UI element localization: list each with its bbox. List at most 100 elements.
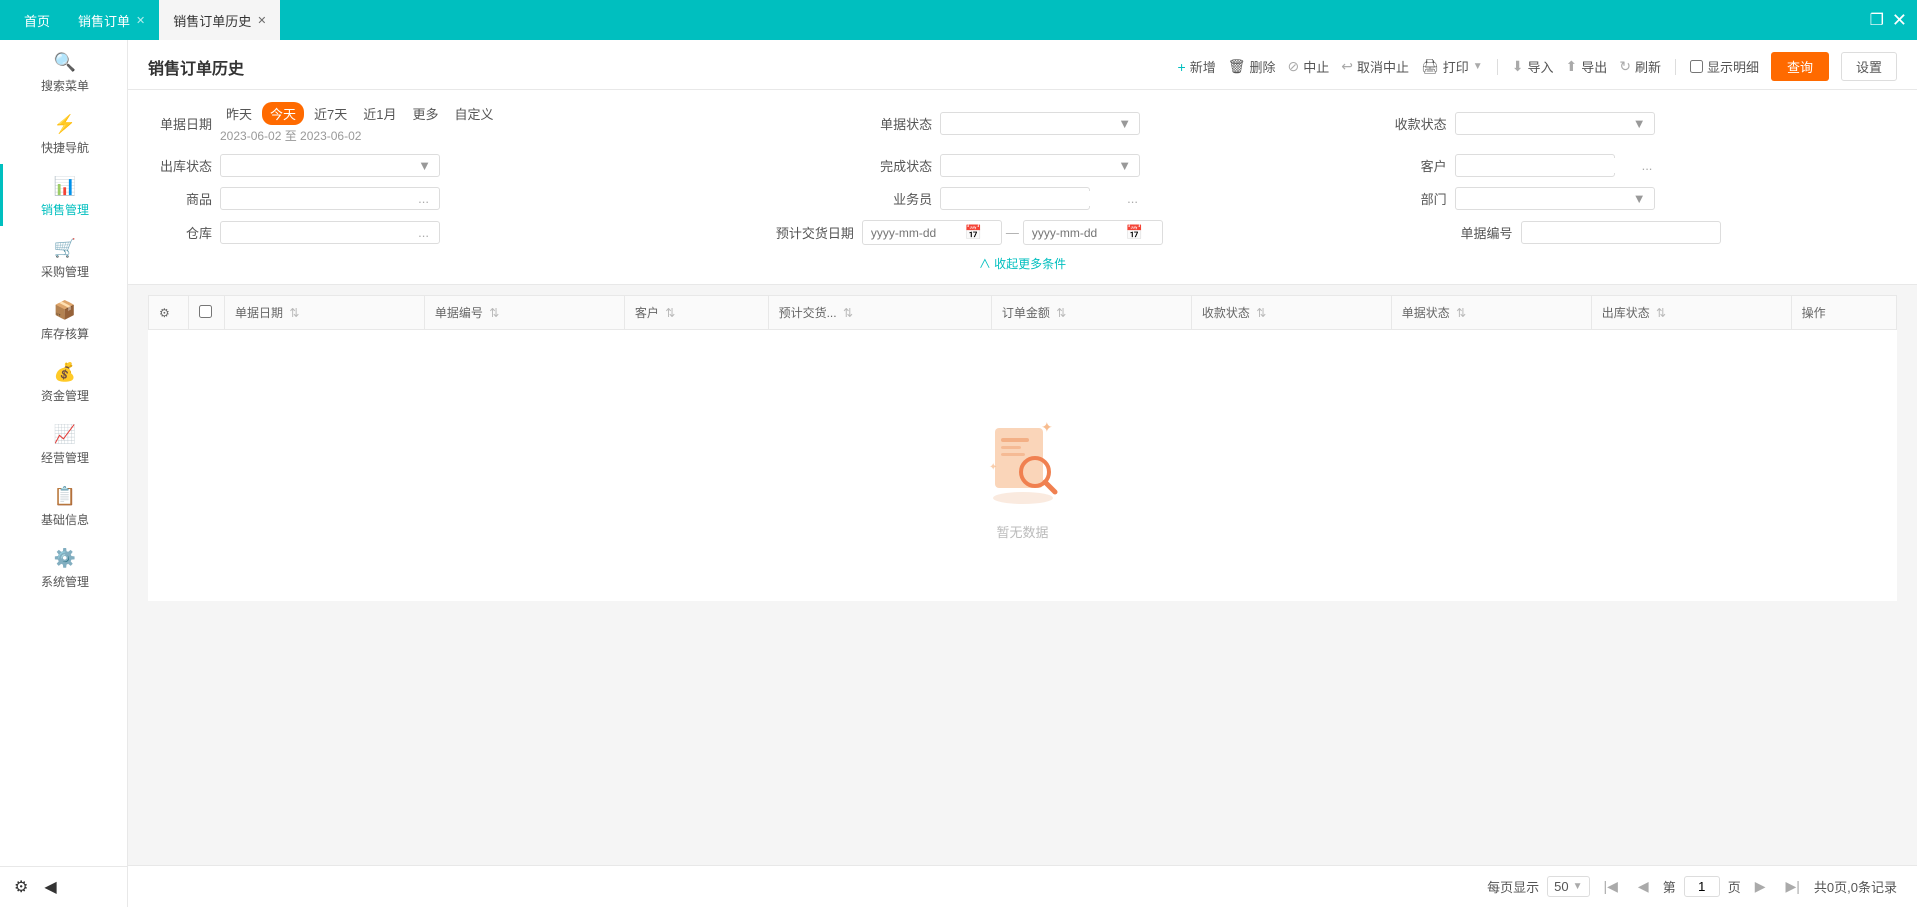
tab-sales-order[interactable]: 销售订单 ✕ bbox=[64, 0, 159, 40]
th-customer-sort-icon[interactable]: ⇅ bbox=[665, 306, 675, 320]
th-payment-status-sort-icon[interactable]: ⇅ bbox=[1256, 306, 1266, 320]
sidebar-item-system-mgmt[interactable]: ⚙️ 系统管理 bbox=[0, 536, 127, 598]
date-last7[interactable]: 近7天 bbox=[308, 102, 353, 125]
warehouse-ellipsis-icon[interactable]: ... bbox=[416, 225, 431, 240]
page-size-value: 50 bbox=[1554, 879, 1568, 894]
order-status-select[interactable]: ▼ bbox=[940, 112, 1140, 135]
salesperson-ellipsis-icon[interactable]: ... bbox=[1125, 191, 1140, 206]
warehouse-input[interactable] bbox=[229, 225, 416, 240]
delivery-date-dash: — bbox=[1006, 225, 1019, 240]
date-last1m[interactable]: 近1月 bbox=[357, 102, 402, 125]
warehouse-input-wrapper: ... bbox=[220, 221, 440, 244]
sidebar-item-quick-nav[interactable]: ⚡ 快捷导航 bbox=[0, 102, 127, 164]
collapse-button[interactable]: ∧ 收起更多条件 bbox=[148, 255, 1897, 272]
empty-cell: ✦ ✦ 暂无数据 bbox=[149, 330, 1897, 602]
refresh-button[interactable]: ↻ 刷新 bbox=[1619, 57, 1661, 76]
stop-button[interactable]: ⊘ 中止 bbox=[1288, 57, 1330, 76]
date-today[interactable]: 今天 bbox=[262, 102, 304, 125]
warehouse-status-select[interactable]: ▼ bbox=[220, 154, 440, 177]
delivery-date-start-cal-icon[interactable]: 📅 bbox=[965, 224, 982, 241]
sidebar-item-operations[interactable]: 📈 经营管理 bbox=[0, 412, 127, 474]
delete-button[interactable]: 🗑 删除 bbox=[1228, 57, 1276, 76]
sidebar-collapse-icon[interactable]: ◀ bbox=[44, 877, 56, 897]
th-payment-status: 收款状态 ⇅ bbox=[1191, 296, 1391, 330]
salesperson-input[interactable] bbox=[949, 191, 1125, 206]
add-button[interactable]: + 新增 bbox=[1178, 57, 1216, 76]
cancel-stop-icon: ↩ bbox=[1341, 58, 1353, 75]
top-bar: 首页 销售订单 ✕ 销售订单历史 ✕ ❐ ✕ bbox=[0, 0, 1917, 40]
query-button[interactable]: 查询 bbox=[1771, 52, 1829, 81]
order-number-input[interactable] bbox=[1530, 225, 1712, 240]
page-size-label: 每页显示 bbox=[1487, 877, 1539, 896]
sidebar-item-inventory-label: 库存核算 bbox=[41, 325, 89, 342]
th-amount-sort-icon[interactable]: ⇅ bbox=[1056, 306, 1066, 320]
delivery-date-end: 📅 bbox=[1023, 220, 1163, 245]
customer-input[interactable] bbox=[1464, 158, 1640, 173]
table-gear-icon[interactable]: ⚙ bbox=[159, 306, 170, 320]
th-warehouse-status-sort-icon[interactable]: ⇅ bbox=[1656, 306, 1666, 320]
th-order-status-sort-icon[interactable]: ⇅ bbox=[1456, 306, 1466, 320]
tab-home[interactable]: 首页 bbox=[10, 0, 64, 40]
show-detail-text: 显示明细 bbox=[1707, 57, 1759, 76]
select-all-checkbox[interactable] bbox=[199, 305, 212, 318]
date-custom[interactable]: 自定义 bbox=[449, 102, 500, 125]
date-range-text: 2023-06-02 至 2023-06-02 bbox=[220, 127, 500, 144]
th-delivery-sort-icon[interactable]: ⇅ bbox=[843, 306, 853, 320]
th-number: 单据编号 ⇅ bbox=[424, 296, 624, 330]
customer-input-wrapper: ... bbox=[1455, 154, 1615, 177]
sidebar-settings-icon[interactable]: ⚙ bbox=[14, 877, 28, 897]
delete-label: 删除 bbox=[1249, 57, 1275, 76]
date-yesterday[interactable]: 昨天 bbox=[220, 102, 258, 125]
inventory-icon: 📦 bbox=[54, 300, 76, 321]
delivery-date-start-input[interactable] bbox=[871, 226, 961, 240]
tab-sales-order-history[interactable]: 销售订单历史 ✕ bbox=[159, 0, 280, 40]
print-button[interactable]: 🖨 打印 ▼ bbox=[1421, 57, 1483, 76]
next-page-button[interactable]: ▶ bbox=[1749, 876, 1772, 897]
sidebar-item-basic-info[interactable]: 📋 基础信息 bbox=[0, 474, 127, 536]
th-warehouse-status: 出库状态 ⇅ bbox=[1591, 296, 1791, 330]
window-close-button[interactable]: ✕ bbox=[1892, 10, 1907, 31]
goods-input[interactable] bbox=[229, 191, 416, 206]
th-amount: 订单金额 ⇅ bbox=[991, 296, 1191, 330]
prev-page-button[interactable]: ◀ bbox=[1632, 876, 1655, 897]
show-detail-checkbox[interactable] bbox=[1690, 60, 1703, 73]
th-amount-label: 订单金额 bbox=[1002, 306, 1050, 320]
delivery-date-end-input[interactable] bbox=[1032, 226, 1122, 240]
complete-status-select[interactable]: ▼ bbox=[940, 154, 1140, 177]
department-control: ▼ bbox=[1455, 187, 1897, 210]
date-more[interactable]: 更多 bbox=[407, 102, 445, 125]
settings-button[interactable]: 设置 bbox=[1841, 52, 1897, 81]
sidebar-item-quick-nav-label: 快捷导航 bbox=[41, 139, 89, 156]
filter-date: 单据日期 昨天 今天 近7天 近1月 更多 自定义 2023-06-02 bbox=[148, 102, 868, 144]
filter-row-3: 商品 ... 业务员 ... bbox=[148, 187, 1897, 210]
order-number-label: 单据编号 bbox=[1449, 223, 1521, 242]
sidebar-item-search-menu[interactable]: 🔍 搜索菜单 bbox=[0, 40, 127, 102]
sidebar-item-basic-info-label: 基础信息 bbox=[41, 511, 89, 528]
import-label: 导入 bbox=[1527, 57, 1553, 76]
date-col: 昨天 今天 近7天 近1月 更多 自定义 2023-06-02 至 2023-0… bbox=[220, 102, 500, 144]
sidebar-item-finance[interactable]: 💰 资金管理 bbox=[0, 350, 127, 412]
sidebar-item-inventory[interactable]: 📦 库存核算 bbox=[0, 288, 127, 350]
cancel-stop-button[interactable]: ↩ 取消中止 bbox=[1341, 57, 1409, 76]
tab-sales-order-close[interactable]: ✕ bbox=[136, 14, 145, 27]
delivery-date-end-cal-icon[interactable]: 📅 bbox=[1126, 224, 1143, 241]
quick-nav-icon: ⚡ bbox=[54, 114, 76, 135]
restore-button[interactable]: ❐ bbox=[1870, 10, 1884, 30]
department-select[interactable]: ▼ bbox=[1455, 187, 1655, 210]
last-page-button[interactable]: ▶| bbox=[1780, 876, 1806, 897]
sidebar-item-sales-mgmt[interactable]: 📊 销售管理 bbox=[0, 164, 127, 226]
purchase-mgmt-icon: 🛒 bbox=[54, 238, 76, 259]
goods-ellipsis-icon[interactable]: ... bbox=[416, 191, 431, 206]
tab-sales-order-history-close[interactable]: ✕ bbox=[257, 14, 266, 27]
order-number-input-wrapper bbox=[1521, 221, 1721, 244]
payment-status-select[interactable]: ▼ bbox=[1455, 112, 1655, 135]
import-button[interactable]: ⬇ 导入 bbox=[1512, 57, 1554, 76]
first-page-button[interactable]: |◀ bbox=[1598, 876, 1624, 897]
customer-ellipsis-icon[interactable]: ... bbox=[1640, 158, 1655, 173]
page-number-input[interactable] bbox=[1684, 876, 1720, 897]
page-size-select[interactable]: 50 ▼ bbox=[1547, 876, 1589, 897]
export-button[interactable]: ⬆ 导出 bbox=[1565, 57, 1607, 76]
sidebar-item-purchase-mgmt[interactable]: 🛒 采购管理 bbox=[0, 226, 127, 288]
th-date-sort-icon[interactable]: ⇅ bbox=[289, 306, 299, 320]
th-number-sort-icon[interactable]: ⇅ bbox=[489, 306, 499, 320]
